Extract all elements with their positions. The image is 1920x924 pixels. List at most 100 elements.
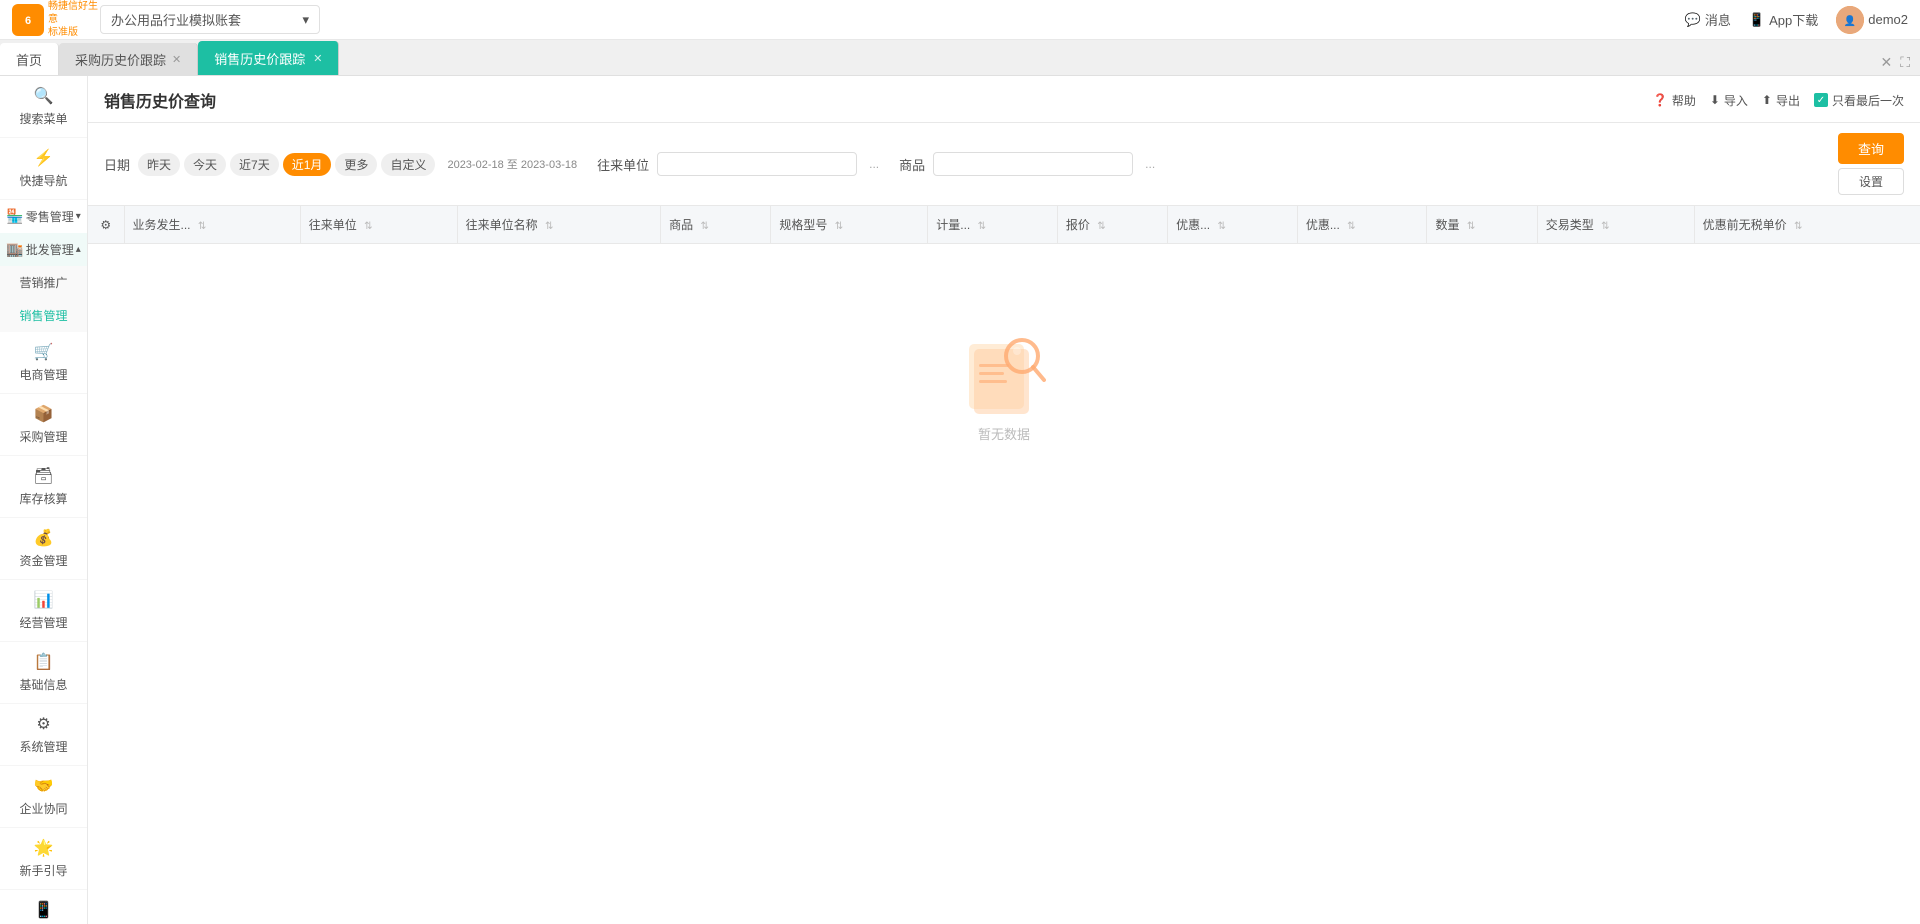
tab-purchase-history[interactable]: 采购历史价跟踪 ✕ bbox=[59, 43, 198, 75]
app-selector[interactable]: 办公用品行业模拟账套 ▾ bbox=[100, 5, 320, 34]
table-header-quantity[interactable]: 数量 ⇅ bbox=[1427, 206, 1537, 244]
svg-text:👤: 👤 bbox=[1844, 14, 1856, 27]
avatar: 👤 bbox=[1836, 6, 1864, 34]
product-input[interactable] bbox=[933, 152, 1133, 176]
svg-text:6: 6 bbox=[25, 15, 31, 27]
tab-bar-actions: ✕ ⛶ bbox=[1880, 54, 1920, 75]
table-header-unit[interactable]: 计量... ⇅ bbox=[928, 206, 1058, 244]
partner-filter-group: 往来单位 ... bbox=[597, 152, 879, 176]
import-button[interactable]: ⬇ 导入 bbox=[1710, 92, 1748, 109]
date-btn-yesterday[interactable]: 昨天 bbox=[138, 153, 180, 176]
app-icon: 📱 bbox=[34, 900, 54, 920]
settings-icon: ⚙ bbox=[100, 218, 111, 232]
table-header-partner-code[interactable]: 往来单位 ⇅ bbox=[300, 206, 457, 244]
sidebar-item-app-center[interactable]: 📱 应用中心 bbox=[0, 890, 87, 924]
page-title-row: 销售历史价查询 ❓ 帮助 ⬇ 导入 ⬆ 导出 ✓ bbox=[104, 88, 1904, 112]
product-filter-label: 商品 bbox=[899, 155, 925, 174]
export-button[interactable]: ⬆ 导出 bbox=[1762, 92, 1800, 109]
purchase-icon: 📦 bbox=[34, 404, 54, 424]
sidebar-item-quick-nav[interactable]: ⚡ 快捷导航 bbox=[0, 138, 87, 200]
top-header: 6 畅捷信好生意 标准版 办公用品行业模拟账套 ▾ 💬 消息 📱 App下载 👤… bbox=[0, 0, 1920, 40]
date-btn-more[interactable]: 更多 bbox=[335, 153, 377, 176]
table-header-quote[interactable]: 报价 ⇅ bbox=[1057, 206, 1167, 244]
download-icon: 📱 bbox=[1749, 12, 1765, 28]
logo-icon: 6 bbox=[12, 4, 44, 36]
sort-icon: ⇅ bbox=[1097, 221, 1105, 232]
date-options: 昨天 今天 近7天 近1月 更多 自定义 bbox=[138, 153, 435, 176]
close-all-icon[interactable]: ✕ bbox=[1880, 54, 1892, 71]
message-button[interactable]: 💬 消息 bbox=[1685, 10, 1731, 29]
chevron-down-icon: ▾ bbox=[302, 12, 309, 28]
nav-icon: ⚡ bbox=[34, 148, 54, 168]
sidebar-item-marketing[interactable]: 营销推广 bbox=[0, 266, 87, 299]
table-header-row: ⚙ 业务发生... ⇅ 往来单位 ⇅ 往来单位名称 ⇅ bbox=[88, 206, 1920, 244]
maximize-icon[interactable]: ⛶ bbox=[1900, 54, 1910, 71]
tab-home-label: 首页 bbox=[16, 50, 42, 69]
sidebar-item-wholesale-mgmt[interactable]: 🏬 批发管理 ▴ bbox=[0, 233, 87, 266]
sidebar-item-guide[interactable]: 🌟 新手引导 bbox=[0, 828, 87, 890]
sidebar-item-inventory[interactable]: 🗃 库存核算 bbox=[0, 456, 87, 518]
only-last-checkbox[interactable]: ✓ 只看最后一次 bbox=[1814, 92, 1904, 109]
table-header-settings[interactable]: ⚙ bbox=[88, 206, 124, 244]
table-header-biz-date[interactable]: 业务发生... ⇅ bbox=[124, 206, 300, 244]
tab-home[interactable]: 首页 bbox=[0, 43, 59, 75]
logo-text: 畅捷信好生意 标准版 bbox=[48, 0, 100, 39]
table-header-trade-type[interactable]: 交易类型 ⇅ bbox=[1537, 206, 1694, 244]
sort-icon: ⇅ bbox=[978, 221, 986, 232]
date-btn-custom[interactable]: 自定义 bbox=[381, 153, 435, 176]
sidebar-item-search-menu[interactable]: 🔍 搜索菜单 bbox=[0, 76, 87, 138]
sidebar-item-enterprise[interactable]: 🤝 企业协同 bbox=[0, 766, 87, 828]
sidebar-item-sales-mgmt[interactable]: 销售管理 bbox=[0, 299, 87, 332]
settings-button[interactable]: 设置 bbox=[1838, 168, 1904, 195]
table-header-discount2[interactable]: 优惠... ⇅ bbox=[1297, 206, 1427, 244]
tab-purchase-close-icon[interactable]: ✕ bbox=[172, 53, 181, 66]
product-filter-group: 商品 ... bbox=[899, 152, 1155, 176]
query-button[interactable]: 查询 bbox=[1838, 133, 1904, 164]
sidebar-item-system[interactable]: ⚙ 系统管理 bbox=[0, 704, 87, 766]
sidebar-item-purchase-mgmt[interactable]: 📦 采购管理 bbox=[0, 394, 87, 456]
table-header-spec[interactable]: 规格型号 ⇅ bbox=[771, 206, 928, 244]
partner-filter-label: 往来单位 bbox=[597, 155, 649, 174]
retail-icon: 🏪 bbox=[6, 208, 23, 225]
date-btn-last7[interactable]: 近7天 bbox=[230, 153, 279, 176]
header-right: 💬 消息 📱 App下载 👤 demo2 bbox=[1685, 6, 1908, 34]
sort-icon: ⇅ bbox=[1347, 221, 1355, 232]
date-filter-group: 日期 昨天 今天 近7天 近1月 更多 自定义 2023-02-18 至 202… bbox=[104, 153, 577, 176]
help-icon: ❓ bbox=[1653, 93, 1668, 107]
wholesale-icon: 🏬 bbox=[6, 241, 23, 258]
export-icon: ⬆ bbox=[1762, 93, 1772, 107]
help-button[interactable]: ❓ 帮助 bbox=[1653, 92, 1696, 109]
table-header-partner-name[interactable]: 往来单位名称 ⇅ bbox=[457, 206, 660, 244]
user-profile[interactable]: 👤 demo2 bbox=[1836, 6, 1908, 34]
empty-state-row: 暂无数据 bbox=[88, 244, 1920, 524]
system-icon: ⚙ bbox=[36, 714, 50, 734]
tab-purchase-label: 采购历史价跟踪 bbox=[75, 50, 166, 69]
sidebar-item-finance[interactable]: 💰 资金管理 bbox=[0, 518, 87, 580]
table-header-discount1[interactable]: 优惠... ⇅ bbox=[1168, 206, 1298, 244]
sidebar-item-retail-mgmt[interactable]: 🏪 零售管理 ▾ bbox=[0, 200, 87, 233]
table-body: 暂无数据 bbox=[88, 244, 1920, 524]
ecommerce-icon: 🛒 bbox=[34, 342, 54, 362]
empty-state: 暂无数据 bbox=[88, 244, 1920, 523]
tab-sales-close-icon[interactable]: ✕ bbox=[313, 52, 322, 65]
partner-dots[interactable]: ... bbox=[869, 157, 879, 171]
sort-icon: ⇅ bbox=[364, 221, 372, 232]
table-container: ⚙ 业务发生... ⇅ 往来单位 ⇅ 往来单位名称 ⇅ bbox=[88, 206, 1920, 924]
table-header-product[interactable]: 商品 ⇅ bbox=[661, 206, 771, 244]
date-btn-last1m[interactable]: 近1月 bbox=[283, 153, 332, 176]
partner-input[interactable] bbox=[657, 152, 857, 176]
app-download-button[interactable]: 📱 App下载 bbox=[1749, 10, 1818, 29]
sort-icon: ⇅ bbox=[1601, 221, 1609, 232]
sidebar-item-basic-info[interactable]: 📋 基础信息 bbox=[0, 642, 87, 704]
filter-bar: 日期 昨天 今天 近7天 近1月 更多 自定义 2023-02-18 至 202… bbox=[88, 123, 1920, 206]
page-header: 销售历史价查询 ❓ 帮助 ⬇ 导入 ⬆ 导出 ✓ bbox=[88, 76, 1920, 123]
tab-sales-history[interactable]: 销售历史价跟踪 ✕ bbox=[198, 41, 339, 75]
sidebar-item-operations[interactable]: 📊 经营管理 bbox=[0, 580, 87, 642]
date-btn-today[interactable]: 今天 bbox=[184, 153, 226, 176]
product-dots[interactable]: ... bbox=[1145, 157, 1155, 171]
basic-icon: 📋 bbox=[34, 652, 54, 672]
sidebar-item-ecommerce[interactable]: 🛒 电商管理 bbox=[0, 332, 87, 394]
sort-icon: ⇅ bbox=[701, 221, 709, 232]
table-header-pretax-price[interactable]: 优惠前无税单价 ⇅ bbox=[1694, 206, 1920, 244]
app-selector-label: 办公用品行业模拟账套 bbox=[111, 10, 241, 29]
